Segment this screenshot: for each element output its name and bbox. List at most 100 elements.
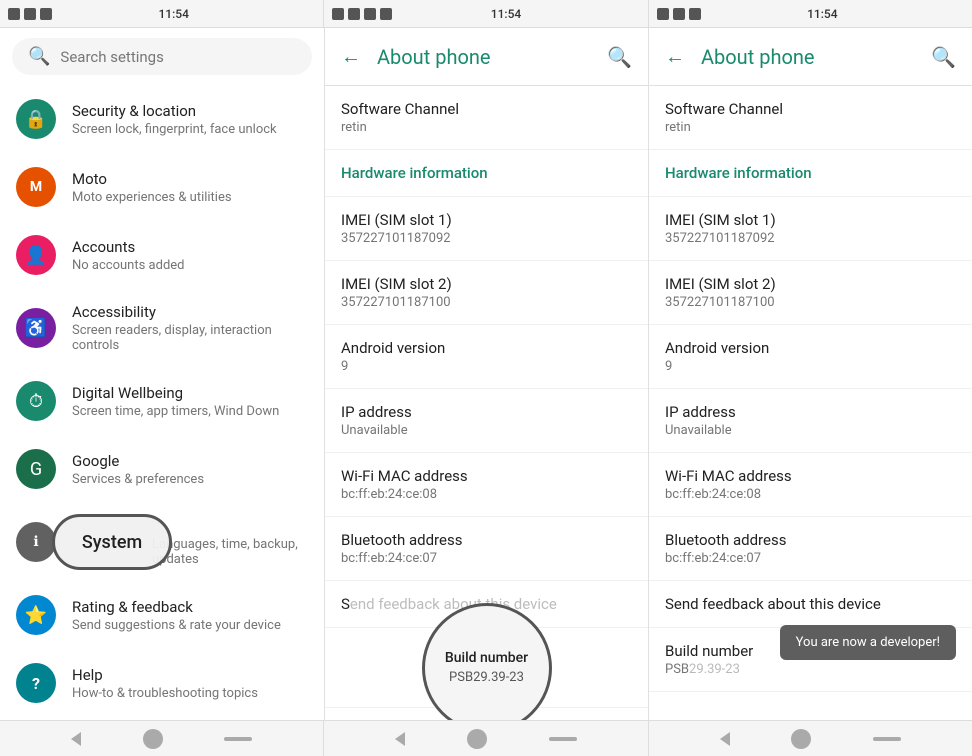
right-software-channel[interactable]: Software Channel retin bbox=[649, 86, 972, 150]
wellbeing-title: Digital Wellbeing bbox=[72, 384, 308, 402]
security-subtitle: Screen lock, fingerprint, face unlock bbox=[72, 122, 308, 137]
middle-android-title: Android version bbox=[341, 339, 632, 357]
accessibility-text: Accessibility Screen readers, display, i… bbox=[72, 303, 308, 353]
middle-wifi-mac[interactable]: Wi-Fi MAC address bc:ff:eb:24:ce:08 bbox=[325, 453, 648, 517]
system-text: System Languages, time, backup, updates bbox=[152, 517, 308, 567]
middle-panel-title: About phone bbox=[377, 45, 607, 69]
middle-wifi-title: Wi-Fi MAC address bbox=[341, 467, 632, 485]
right-imei1-subtitle: 357227101187092 bbox=[665, 231, 956, 246]
settings-list: 🔒 Security & location Screen lock, finge… bbox=[0, 85, 324, 720]
right-imei2[interactable]: IMEI (SIM slot 2) 357227101187100 bbox=[649, 261, 972, 325]
middle-wifi-subtitle: bc:ff:eb:24:ce:08 bbox=[341, 487, 632, 502]
status-time-right: 11:54 bbox=[807, 7, 837, 21]
settings-item-accessibility[interactable]: ♿ Accessibility Screen readers, display,… bbox=[0, 289, 324, 367]
middle-android-version[interactable]: Android version 9 bbox=[325, 325, 648, 389]
status-icons-right bbox=[657, 8, 701, 20]
middle-build-number[interactable]: Build number PSB29.39-23 Build number PS… bbox=[325, 628, 648, 708]
settings-item-security[interactable]: 🔒 Security & location Screen lock, finge… bbox=[0, 85, 324, 153]
accessibility-subtitle: Screen readers, display, interaction con… bbox=[72, 323, 308, 353]
system-circle-label: System bbox=[82, 532, 142, 553]
settings-item-help[interactable]: ? Help How-to & troubleshooting topics bbox=[0, 649, 324, 717]
right-feedback-title: Send feedback about this device bbox=[665, 595, 956, 613]
right-build-subtitle: PSB29.39-23 bbox=[665, 662, 956, 677]
system-highlight-circle: System bbox=[52, 514, 172, 570]
settings-item-system[interactable]: ℹ System System Languages, time, backup,… bbox=[0, 503, 324, 581]
accessibility-icon: ♿ bbox=[16, 308, 56, 348]
middle-bluetooth[interactable]: Bluetooth address bc:ff:eb:24:ce:07 bbox=[325, 517, 648, 581]
right-imei1-title: IMEI (SIM slot 1) bbox=[665, 211, 956, 229]
accounts-icon: 👤 bbox=[16, 235, 56, 275]
back-nav-button-mid[interactable] bbox=[395, 732, 405, 746]
recent-nav-button-mid[interactable] bbox=[549, 737, 577, 741]
battery-icon-mid bbox=[332, 8, 344, 20]
search-bar[interactable]: 🔍 Search settings bbox=[12, 38, 312, 75]
moto-text: Moto Moto experiences & utilities bbox=[72, 170, 308, 205]
build-circle: Build number PSB29.39-23 bbox=[422, 603, 552, 721]
back-nav-button-right[interactable] bbox=[720, 732, 730, 746]
main-layout: 🔍 Search settings 🔒 Security & location … bbox=[0, 28, 972, 720]
home-nav-button-right[interactable] bbox=[791, 729, 811, 749]
status-section-right: 11:54 bbox=[648, 0, 972, 27]
home-nav-button-mid[interactable] bbox=[467, 729, 487, 749]
shield-icon-mid bbox=[364, 8, 376, 20]
right-wifi-subtitle: bc:ff:eb:24:ce:08 bbox=[665, 487, 956, 502]
settings-panel: 🔍 Search settings 🔒 Security & location … bbox=[0, 28, 325, 720]
rating-icon: ⭐ bbox=[16, 595, 56, 635]
right-ip-subtitle: Unavailable bbox=[665, 423, 956, 438]
middle-back-button[interactable]: ← bbox=[341, 44, 361, 69]
right-ip-address[interactable]: IP address Unavailable bbox=[649, 389, 972, 453]
moto-title: Moto bbox=[72, 170, 308, 188]
middle-imei2-subtitle: 357227101187100 bbox=[341, 295, 632, 310]
recent-nav-button[interactable] bbox=[224, 737, 252, 741]
status-bar: 11:54 11:54 11:54 bbox=[0, 0, 972, 28]
wifi-icon-right bbox=[689, 8, 701, 20]
right-imei1[interactable]: IMEI (SIM slot 1) 357227101187092 bbox=[649, 197, 972, 261]
help-subtitle: How-to & troubleshooting topics bbox=[72, 686, 308, 701]
right-hardware-info[interactable]: Hardware information bbox=[649, 150, 972, 197]
middle-imei2-title: IMEI (SIM slot 2) bbox=[341, 275, 632, 293]
middle-search-button[interactable]: 🔍 bbox=[607, 45, 632, 69]
accounts-title: Accounts bbox=[72, 238, 308, 256]
settings-item-digital-wellbeing[interactable]: ⏱ Digital Wellbeing Screen time, app tim… bbox=[0, 367, 324, 435]
signal-icon-mid bbox=[348, 8, 360, 20]
settings-item-rating[interactable]: ⭐ Rating & feedback Send suggestions & r… bbox=[0, 581, 324, 649]
status-section-left: 11:54 bbox=[0, 0, 323, 27]
search-placeholder: Search settings bbox=[60, 48, 163, 66]
wellbeing-subtitle: Screen time, app timers, Wind Down bbox=[72, 404, 308, 419]
help-text: Help How-to & troubleshooting topics bbox=[72, 666, 308, 701]
middle-about-list: Software Channel retin Hardware informat… bbox=[325, 86, 648, 720]
right-search-button[interactable]: 🔍 bbox=[931, 45, 956, 69]
middle-imei1-title: IMEI (SIM slot 1) bbox=[341, 211, 632, 229]
right-bluetooth-title: Bluetooth address bbox=[665, 531, 956, 549]
middle-imei1[interactable]: IMEI (SIM slot 1) 357227101187092 bbox=[325, 197, 648, 261]
accessibility-title: Accessibility bbox=[72, 303, 308, 321]
right-back-button[interactable]: ← bbox=[665, 44, 685, 69]
middle-software-channel[interactable]: Software Channel retin bbox=[325, 86, 648, 150]
rating-title: Rating & feedback bbox=[72, 598, 308, 616]
right-feedback[interactable]: Send feedback about this device bbox=[649, 581, 972, 628]
right-ip-title: IP address bbox=[665, 403, 956, 421]
rating-subtitle: Send suggestions & rate your device bbox=[72, 618, 308, 633]
settings-item-moto[interactable]: M Moto Moto experiences & utilities bbox=[0, 153, 324, 221]
google-text: Google Services & preferences bbox=[72, 452, 308, 487]
back-nav-button[interactable] bbox=[71, 732, 81, 746]
middle-ip-address[interactable]: IP address Unavailable bbox=[325, 389, 648, 453]
home-nav-button[interactable] bbox=[143, 729, 163, 749]
right-panel-header: ← About phone 🔍 bbox=[649, 28, 972, 86]
middle-imei2[interactable]: IMEI (SIM slot 2) 357227101187100 bbox=[325, 261, 648, 325]
settings-item-google[interactable]: G Google Services & preferences bbox=[0, 435, 324, 503]
file-icon bbox=[8, 8, 20, 20]
right-imei2-title: IMEI (SIM slot 2) bbox=[665, 275, 956, 293]
right-wifi-mac[interactable]: Wi-Fi MAC address bc:ff:eb:24:ce:08 bbox=[649, 453, 972, 517]
recent-nav-button-right[interactable] bbox=[873, 737, 901, 741]
nav-section-right bbox=[648, 721, 972, 756]
middle-ip-title: IP address bbox=[341, 403, 632, 421]
right-android-version[interactable]: Android version 9 bbox=[649, 325, 972, 389]
rating-text: Rating & feedback Send suggestions & rat… bbox=[72, 598, 308, 633]
help-icon: ? bbox=[16, 663, 56, 703]
middle-hardware-info[interactable]: Hardware information bbox=[325, 150, 648, 197]
accounts-text: Accounts No accounts added bbox=[72, 238, 308, 273]
right-bluetooth[interactable]: Bluetooth address bc:ff:eb:24:ce:07 bbox=[649, 517, 972, 581]
settings-item-accounts[interactable]: 👤 Accounts No accounts added bbox=[0, 221, 324, 289]
middle-software-channel-title: Software Channel bbox=[341, 100, 632, 118]
